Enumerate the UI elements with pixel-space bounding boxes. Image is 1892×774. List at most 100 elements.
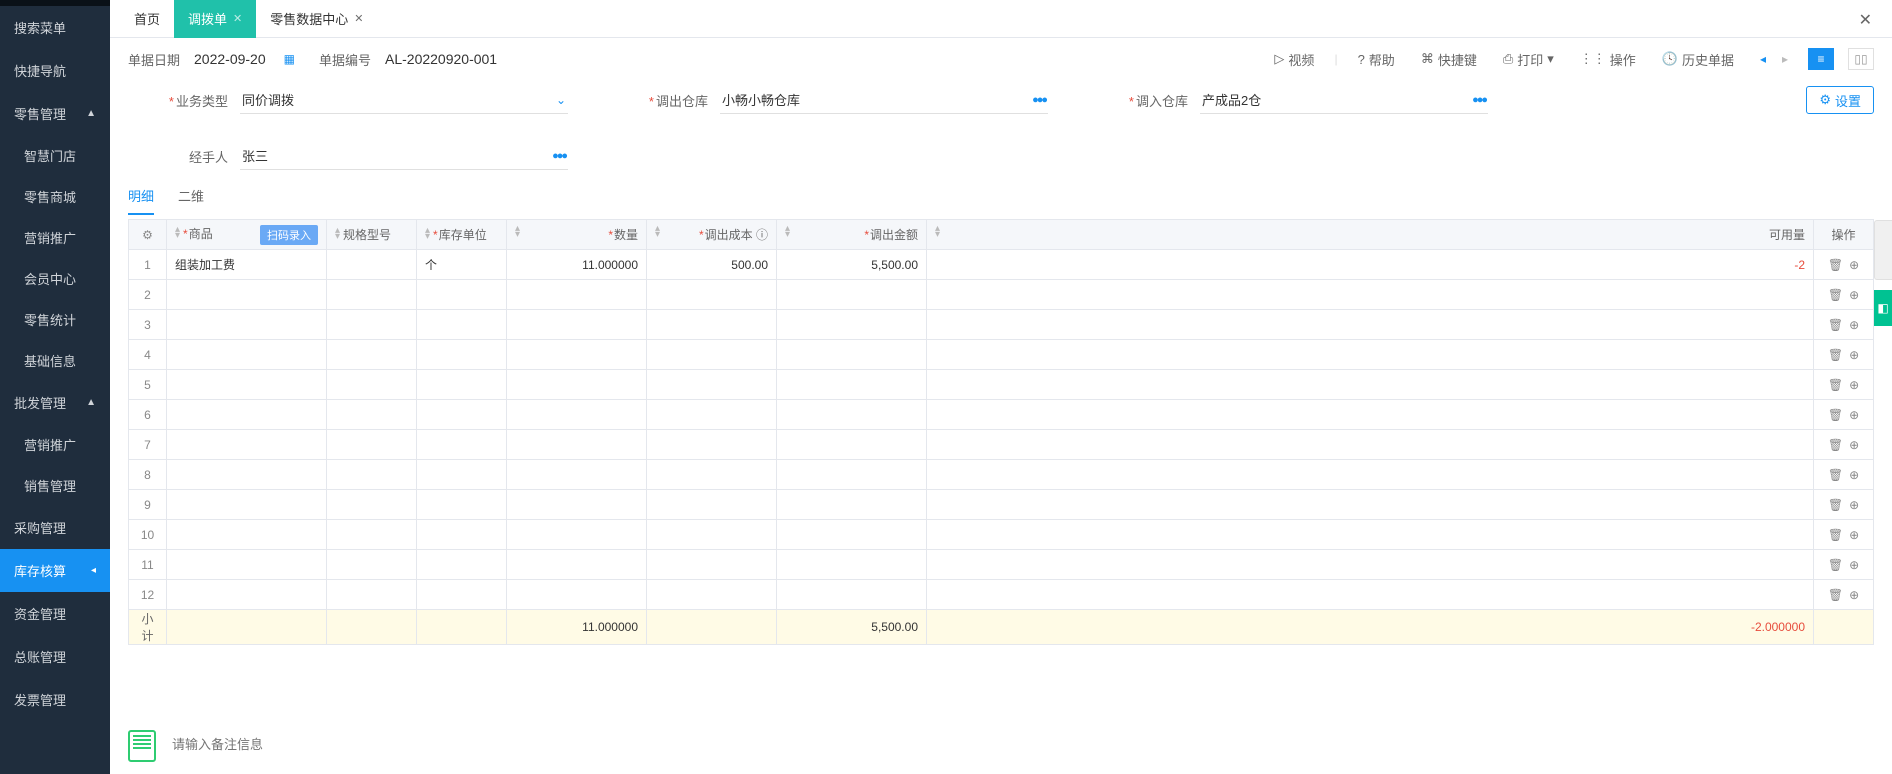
delete-icon[interactable]: 🗑	[1828, 558, 1843, 572]
help-button[interactable]: ? 帮助	[1352, 50, 1401, 69]
biztype-input[interactable]: 同价调拨⌄	[240, 86, 568, 114]
handler-input[interactable]: 张三●●●	[240, 142, 568, 170]
sidebar-item-inventory[interactable]: 库存核算◂	[0, 549, 110, 592]
sidebar-item-wholesale-sales[interactable]: 销售管理	[0, 465, 110, 506]
scan-button[interactable]: 扫码录入	[260, 225, 318, 245]
table-row[interactable]: 5🗑⊕	[129, 370, 1874, 400]
sidebar-item-retailstat[interactable]: 零售统计	[0, 299, 110, 340]
calendar-icon[interactable]: ▦	[284, 52, 295, 66]
add-icon[interactable]: ⊕	[1849, 438, 1859, 452]
history-button[interactable]: 🕓 历史单据	[1656, 50, 1740, 69]
video-button[interactable]: ▷ 视频	[1268, 50, 1320, 69]
sidebar-item-invoice[interactable]: 发票管理	[0, 678, 110, 721]
sidebar-item-quicknav[interactable]: 快捷导航	[0, 49, 110, 92]
view-card[interactable]: ▯▯	[1848, 48, 1874, 70]
table-row[interactable]: 6🗑⊕	[129, 400, 1874, 430]
close-icon[interactable]: ✕	[354, 12, 363, 25]
add-icon[interactable]: ⊕	[1849, 468, 1859, 482]
delete-icon[interactable]: 🗑	[1828, 528, 1843, 542]
sidebar-item-baseinfo[interactable]: 基础信息	[0, 340, 110, 381]
chevron-down-icon[interactable]: ⌄	[556, 93, 566, 107]
settings-button[interactable]: ⚙设置	[1806, 86, 1874, 114]
table-row[interactable]: 7🗑⊕	[129, 430, 1874, 460]
col-product[interactable]: ▴▾*商品扫码录入	[167, 220, 327, 250]
col-spec[interactable]: ▴▾规格型号	[327, 220, 417, 250]
note-icon[interactable]	[128, 730, 156, 762]
info-icon[interactable]: ⓘ	[756, 228, 768, 242]
table-row[interactable]: 4🗑⊕	[129, 340, 1874, 370]
remark-input[interactable]	[172, 730, 1874, 758]
view-list[interactable]: ≡	[1808, 48, 1834, 70]
add-icon[interactable]: ⊕	[1849, 318, 1859, 332]
close-icon[interactable]: ✕	[233, 12, 242, 25]
add-icon[interactable]: ⊕	[1849, 288, 1859, 302]
table-row[interactable]: 8🗑⊕	[129, 460, 1874, 490]
col-amount[interactable]: ▴▾*调出金额	[777, 220, 927, 250]
add-icon[interactable]: ⊕	[1849, 378, 1859, 392]
side-help-tab[interactable]	[1874, 220, 1892, 280]
print-button[interactable]: ⎙ 打印 ▾	[1497, 50, 1560, 69]
sidebar-item-retail[interactable]: 零售管理▲	[0, 92, 110, 135]
add-icon[interactable]: ⊕	[1849, 498, 1859, 512]
gear-header[interactable]: ⚙	[129, 220, 167, 250]
col-unit[interactable]: ▴▾*库存单位	[417, 220, 507, 250]
close-all-tabs[interactable]: ✕	[1859, 10, 1872, 30]
tab-home[interactable]: 首页	[120, 0, 174, 38]
add-icon[interactable]: ⊕	[1849, 408, 1859, 422]
table-row[interactable]: 1组装加工费个11.000000500.005,500.00-2🗑⊕	[129, 250, 1874, 280]
pager-prev[interactable]: ◂	[1754, 52, 1772, 66]
table-row[interactable]: 3🗑⊕	[129, 310, 1874, 340]
sidebar-item-smartstore[interactable]: 智慧门店	[0, 135, 110, 176]
sidebar-item-ledger[interactable]: 总账管理	[0, 635, 110, 678]
table-row[interactable]: 11🗑⊕	[129, 550, 1874, 580]
delete-icon[interactable]: 🗑	[1828, 588, 1843, 602]
add-icon[interactable]: ⊕	[1849, 528, 1859, 542]
side-q-tab[interactable]: ◧	[1874, 290, 1892, 326]
table-wrap: ⚙ ▴▾*商品扫码录入 ▴▾规格型号 ▴▾*库存单位 ▴▾*数量 ▴▾*调出成本…	[110, 215, 1892, 718]
delete-icon[interactable]: 🗑	[1828, 438, 1843, 452]
dtab-2d[interactable]: 二维	[178, 186, 204, 215]
more-icon[interactable]: ●●●	[1472, 94, 1486, 106]
add-icon[interactable]: ⊕	[1849, 588, 1859, 602]
doc-date-value[interactable]: 2022-09-20	[194, 51, 266, 67]
delete-icon[interactable]: 🗑	[1828, 288, 1843, 302]
field-outwh: *调出仓库 小畅小畅仓库●●●	[608, 86, 1048, 114]
delete-icon[interactable]: 🗑	[1828, 468, 1843, 482]
delete-icon[interactable]: 🗑	[1828, 408, 1843, 422]
field-biztype: *业务类型 同价调拨⌄	[128, 86, 568, 114]
col-avail[interactable]: ▴▾可用量	[927, 220, 1814, 250]
add-icon[interactable]: ⊕	[1849, 258, 1859, 272]
gear-icon: ⚙	[1819, 92, 1831, 108]
tab-retaildata[interactable]: 零售数据中心✕	[256, 0, 377, 38]
operate-button[interactable]: ⋮⋮ 操作	[1574, 50, 1642, 69]
delete-icon[interactable]: 🗑	[1828, 378, 1843, 392]
sidebar-item-search[interactable]: 搜索菜单	[0, 6, 110, 49]
delete-icon[interactable]: 🗑	[1828, 258, 1843, 272]
sidebar-item-wholesale-marketing[interactable]: 营销推广	[0, 424, 110, 465]
more-icon[interactable]: ●●●	[1032, 94, 1046, 106]
add-icon[interactable]: ⊕	[1849, 348, 1859, 362]
table-row[interactable]: 10🗑⊕	[129, 520, 1874, 550]
sidebar-item-wholesale[interactable]: 批发管理▲	[0, 381, 110, 424]
col-cost[interactable]: ▴▾*调出成本 ⓘ	[647, 220, 777, 250]
table-row[interactable]: 2🗑⊕	[129, 280, 1874, 310]
table-row[interactable]: 12🗑⊕	[129, 580, 1874, 610]
sidebar-item-retailmall[interactable]: 零售商城	[0, 176, 110, 217]
dtab-detail[interactable]: 明细	[128, 186, 154, 215]
delete-icon[interactable]: 🗑	[1828, 348, 1843, 362]
sidebar-item-purchase[interactable]: 采购管理	[0, 506, 110, 549]
tab-transfer[interactable]: 调拨单✕	[174, 0, 256, 38]
sidebar-item-marketing[interactable]: 营销推广	[0, 217, 110, 258]
pager-next[interactable]: ▸	[1776, 52, 1794, 66]
col-qty[interactable]: ▴▾*数量	[507, 220, 647, 250]
sidebar-item-member[interactable]: 会员中心	[0, 258, 110, 299]
inwh-input[interactable]: 产成品2仓●●●	[1200, 86, 1488, 114]
add-icon[interactable]: ⊕	[1849, 558, 1859, 572]
shortcut-button[interactable]: ⌘ 快捷键	[1415, 50, 1483, 69]
table-row[interactable]: 9🗑⊕	[129, 490, 1874, 520]
more-icon[interactable]: ●●●	[552, 150, 566, 162]
sidebar-item-fund[interactable]: 资金管理	[0, 592, 110, 635]
outwh-input[interactable]: 小畅小畅仓库●●●	[720, 86, 1048, 114]
delete-icon[interactable]: 🗑	[1828, 498, 1843, 512]
delete-icon[interactable]: 🗑	[1828, 318, 1843, 332]
